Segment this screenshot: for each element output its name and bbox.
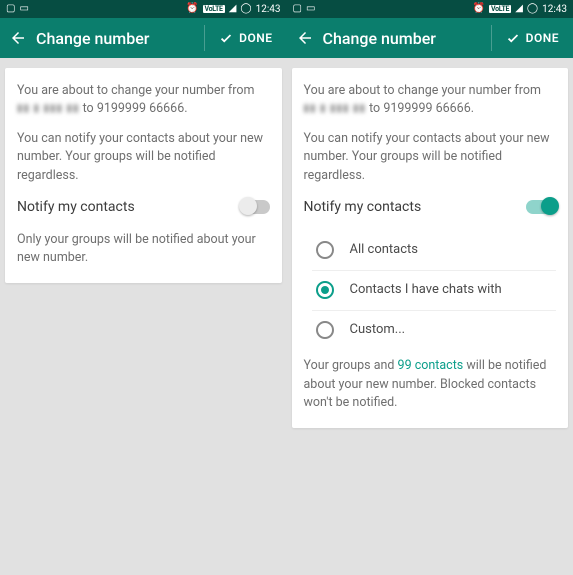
- radio-icon: [316, 241, 334, 259]
- notify-toggle[interactable]: [240, 200, 270, 214]
- laptop-icon: ▭: [306, 4, 315, 14]
- appbar: Change number DONE: [287, 18, 573, 58]
- data-icon: ◯: [527, 4, 538, 14]
- old-number-redacted: ▮▮ ▮ ▮▮▮ ▮▮: [304, 102, 366, 117]
- laptop-icon: ▭: [19, 4, 28, 14]
- phone-right: ▢ ▭ ⏰ VoLTE ◢ ◯ 12:43 Change number DONE…: [287, 0, 573, 575]
- image-icon: ▢: [6, 4, 15, 14]
- page-title: Change number: [36, 29, 204, 48]
- arrow-left-icon: [296, 29, 314, 47]
- done-label: DONE: [239, 31, 272, 45]
- option-label: All contacts: [350, 241, 419, 260]
- clock: 12:43: [256, 4, 281, 15]
- back-button[interactable]: [0, 29, 36, 47]
- statusbar: ▢ ▭ ⏰ VoLTE ◢ ◯ 12:43: [287, 0, 573, 18]
- clock: 12:43: [542, 4, 567, 15]
- about-text: You are about to change your number from…: [17, 82, 270, 118]
- old-number-redacted: ▮▮ ▮ ▮▮▮ ▮▮: [17, 102, 79, 117]
- data-icon: ◯: [240, 4, 251, 14]
- option-label: Contacts I have chats with: [350, 281, 502, 300]
- check-icon: [506, 31, 520, 45]
- notify-toggle-label: Notify my contacts: [17, 197, 135, 217]
- statusbar: ▢ ▭ ⏰ VoLTE ◢ ◯ 12:43: [0, 0, 287, 18]
- phone-left: ▢ ▭ ⏰ VoLTE ◢ ◯ 12:43 Change number DONE…: [0, 0, 287, 575]
- check-icon: [219, 31, 233, 45]
- volte-badge: VoLTE: [489, 5, 511, 13]
- notify-options: All contacts Contacts I have chats with …: [312, 231, 557, 350]
- option-chats-with[interactable]: Contacts I have chats with: [312, 271, 557, 311]
- done-button[interactable]: DONE: [205, 31, 286, 45]
- content-card: You are about to change your number from…: [292, 68, 569, 428]
- done-button[interactable]: DONE: [492, 31, 573, 45]
- appbar: Change number DONE: [0, 18, 287, 58]
- alarm-icon: ⏰: [473, 4, 485, 14]
- notify-toggle[interactable]: [526, 200, 556, 214]
- radio-icon: [316, 321, 334, 339]
- signal-icon: ◢: [229, 4, 237, 14]
- volte-badge: VoLTE: [203, 5, 225, 13]
- alarm-icon: ⏰: [186, 4, 198, 14]
- page-title: Change number: [323, 29, 491, 48]
- signal-icon: ◢: [515, 4, 523, 14]
- arrow-left-icon: [9, 29, 27, 47]
- back-button[interactable]: [287, 29, 323, 47]
- contacts-count-link[interactable]: 99 contacts: [398, 358, 464, 373]
- done-label: DONE: [526, 31, 559, 45]
- option-all-contacts[interactable]: All contacts: [312, 231, 557, 271]
- content-card: You are about to change your number from…: [5, 68, 282, 283]
- footer-text: Your groups and 99 contacts will be noti…: [304, 357, 557, 411]
- option-custom[interactable]: Custom...: [312, 311, 557, 350]
- notify-desc: You can notify your contacts about your …: [17, 130, 270, 184]
- notify-toggle-label: Notify my contacts: [304, 197, 422, 217]
- radio-icon: [316, 281, 334, 299]
- option-label: Custom...: [350, 321, 406, 340]
- about-text: You are about to change your number from…: [304, 82, 557, 118]
- notify-desc: You can notify your contacts about your …: [304, 130, 557, 184]
- image-icon: ▢: [293, 4, 302, 14]
- footer-text: Only your groups will be notified about …: [17, 231, 270, 267]
